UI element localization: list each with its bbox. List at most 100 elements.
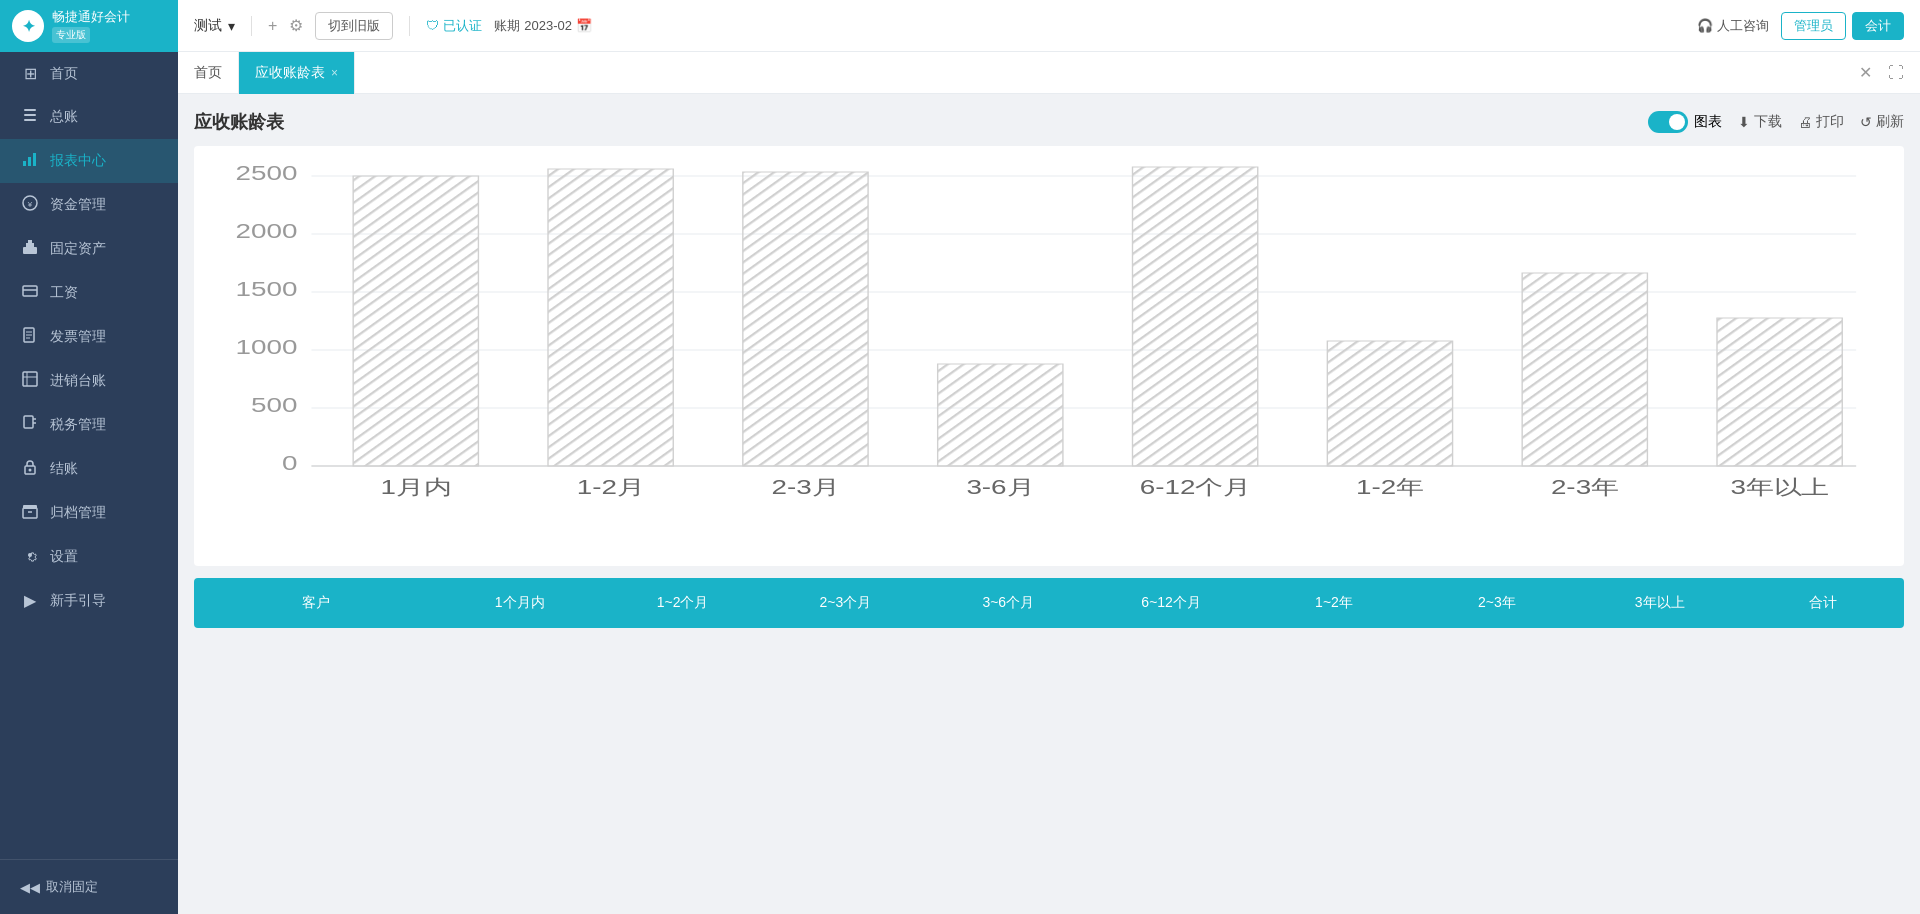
- invoices-icon: [20, 327, 40, 347]
- sidebar-item-guide[interactable]: ▶ 新手引导: [0, 579, 178, 622]
- add-icon[interactable]: +: [268, 17, 277, 35]
- tab-close-icon[interactable]: ×: [331, 66, 338, 80]
- sidebar-item-salary[interactable]: 工资: [0, 271, 178, 315]
- tab-home[interactable]: 首页: [178, 52, 239, 94]
- download-icon: ⬇: [1738, 114, 1750, 130]
- sidebar-item-home[interactable]: ⊞ 首页: [0, 52, 178, 95]
- sidebar-item-settings[interactable]: 设置: [0, 535, 178, 579]
- guide-icon: ▶: [20, 591, 40, 610]
- cancel-fixed-btn[interactable]: ◀◀ 取消固定: [0, 870, 178, 904]
- sidebar-item-label: 固定资产: [50, 240, 106, 258]
- svg-rect-0: [24, 109, 36, 111]
- refresh-btn[interactable]: ↺ 刷新: [1860, 113, 1904, 131]
- funds-icon: ¥: [20, 195, 40, 215]
- close-panel-icon[interactable]: ✕: [1855, 59, 1876, 86]
- svg-text:6-12个月: 6-12个月: [1140, 476, 1251, 498]
- chevron-down-icon: ▾: [228, 18, 235, 34]
- svg-text:¥: ¥: [27, 200, 33, 209]
- sidebar-item-label: 设置: [50, 548, 78, 566]
- svg-text:1-2月: 1-2月: [577, 476, 645, 498]
- sidebar-item-label: 首页: [50, 65, 78, 83]
- sidebar-item-invoices[interactable]: 发票管理: [0, 315, 178, 359]
- period-info: 账期 2023-02 📅: [494, 17, 592, 35]
- accountant-btn[interactable]: 会计: [1852, 12, 1904, 40]
- sidebar-item-label: 总账: [50, 108, 78, 126]
- tabs-right: ✕ ⛶: [1855, 59, 1920, 86]
- table-container: 客户1个月内1~2个月2~3个月3~6个月6~12个月1~2年2~3年3年以上合…: [194, 578, 1904, 628]
- divider-2: [409, 16, 410, 36]
- cancel-fixed-icon: ◀◀: [20, 880, 40, 895]
- svg-text:1月内: 1月内: [380, 476, 451, 498]
- svg-rect-45: [1133, 167, 1258, 466]
- sidebar-item-reports[interactable]: 报表中心: [0, 139, 178, 183]
- tax-icon: [20, 415, 40, 435]
- svg-rect-5: [33, 153, 36, 166]
- manager-btn[interactable]: 管理员: [1781, 12, 1846, 40]
- sidebar-item-close[interactable]: 结账: [0, 447, 178, 491]
- print-btn[interactable]: 🖨 打印: [1798, 113, 1844, 131]
- logo-icon: ✦: [12, 10, 44, 42]
- ledger-icon: [20, 107, 40, 127]
- topbar: 测试 ▾ + ⚙ 切到旧版 🛡 已认证 账期 2023-02 📅 🎧 人工咨询 …: [178, 0, 1920, 52]
- tab-aging-report[interactable]: 应收账龄表 ×: [239, 52, 355, 94]
- expand-icon[interactable]: ⛶: [1884, 60, 1908, 86]
- period-label: 账期: [494, 17, 520, 35]
- svg-text:2-3月: 2-3月: [772, 476, 840, 498]
- page-header: 应收账龄表 图表 ⬇ 下载 🖨 打印 ↺ 刷新: [194, 110, 1904, 134]
- svg-rect-11: [23, 286, 37, 296]
- sidebar-item-assets[interactable]: 固定资产: [0, 227, 178, 271]
- assets-icon: [20, 239, 40, 259]
- svg-rect-20: [24, 416, 33, 428]
- switch-version-btn[interactable]: 切到旧版: [315, 12, 393, 40]
- topbar-right: 🎧 人工咨询 管理员 会计: [1697, 12, 1904, 40]
- table-header-cell: 6~12个月: [1090, 578, 1253, 628]
- table-header-cell: 1~2个月: [601, 578, 764, 628]
- consulting-label: 人工咨询: [1717, 17, 1769, 35]
- chart-toggle[interactable]: [1648, 111, 1688, 133]
- svg-text:2000: 2000: [236, 220, 298, 242]
- svg-rect-4: [28, 157, 31, 166]
- sidebar-item-label: 资金管理: [50, 196, 106, 214]
- project-selector[interactable]: 测试 ▾: [194, 17, 235, 35]
- sidebar-item-tax[interactable]: 税务管理: [0, 403, 178, 447]
- chart-container: 0 500 1000 1500 2000 2500: [194, 146, 1904, 566]
- svg-text:0: 0: [282, 452, 297, 474]
- inventory-icon: [20, 371, 40, 391]
- refresh-label: 刷新: [1876, 113, 1904, 131]
- calendar-icon[interactable]: 📅: [576, 18, 592, 33]
- sidebar-item-label: 税务管理: [50, 416, 106, 434]
- sidebar-item-label: 发票管理: [50, 328, 106, 346]
- table-header: 客户1个月内1~2个月2~3个月3~6个月6~12个月1~2年2~3年3年以上合…: [194, 578, 1904, 628]
- main-panel: 测试 ▾ + ⚙ 切到旧版 🛡 已认证 账期 2023-02 📅 🎧 人工咨询 …: [178, 0, 1920, 914]
- tab-home-label: 首页: [194, 64, 222, 82]
- svg-text:3-6月: 3-6月: [966, 476, 1034, 498]
- chart-toggle-label: 图表: [1694, 113, 1722, 131]
- consulting-btn[interactable]: 🎧 人工咨询: [1697, 17, 1769, 35]
- svg-text:2-3年: 2-3年: [1551, 476, 1619, 498]
- table-header-cell: 合计: [1741, 578, 1904, 628]
- table-header-cell: 1~2年: [1253, 578, 1416, 628]
- app-name: 畅捷通好会计: [52, 9, 130, 26]
- svg-rect-3: [23, 161, 26, 166]
- tabs-bar: 首页 应收账龄表 × ✕ ⛶: [178, 52, 1920, 94]
- download-label: 下载: [1754, 113, 1782, 131]
- svg-rect-44: [938, 364, 1063, 466]
- sidebar-item-funds[interactable]: ¥ 资金管理: [0, 183, 178, 227]
- sidebar-item-archive[interactable]: 归档管理: [0, 491, 178, 535]
- sidebar-item-ledger[interactable]: 总账: [0, 95, 178, 139]
- sidebar-item-label: 结账: [50, 460, 78, 478]
- sidebar-item-inventory[interactable]: 进销台账: [0, 359, 178, 403]
- reports-icon: [20, 151, 40, 171]
- settings-icon[interactable]: ⚙: [289, 16, 303, 35]
- project-name: 测试: [194, 17, 222, 35]
- svg-text:1000: 1000: [236, 336, 298, 358]
- sidebar-item-label: 报表中心: [50, 152, 106, 170]
- chart-toggle-wrap: 图表: [1648, 111, 1722, 133]
- period-value: 2023-02: [524, 18, 572, 33]
- svg-rect-41: [353, 176, 478, 466]
- content-area: 应收账龄表 图表 ⬇ 下载 🖨 打印 ↺ 刷新: [178, 94, 1920, 914]
- download-btn[interactable]: ⬇ 下载: [1738, 113, 1782, 131]
- svg-rect-10: [28, 240, 32, 244]
- table-header-cell: 1个月内: [438, 578, 601, 628]
- home-icon: ⊞: [20, 64, 40, 83]
